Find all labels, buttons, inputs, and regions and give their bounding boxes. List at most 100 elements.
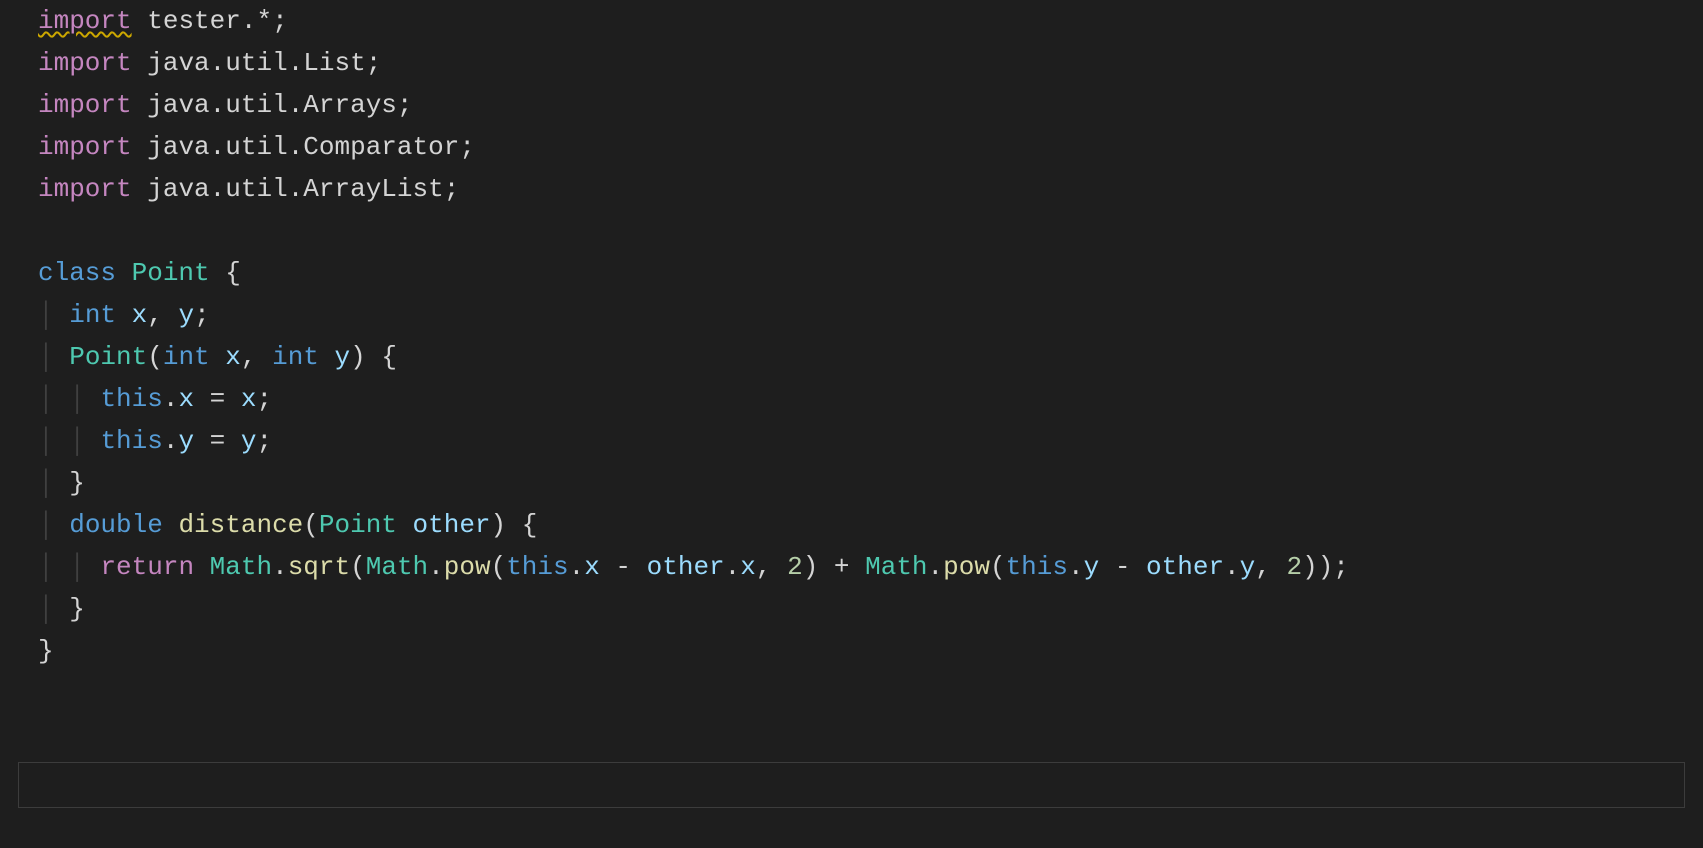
code-token: util: [225, 48, 287, 78]
code-token: Point: [319, 510, 397, 540]
code-token: .: [272, 552, 288, 582]
code-token: ;: [397, 90, 413, 120]
code-token: }: [69, 468, 85, 498]
code-line[interactable]: │ double distance(Point other) {: [38, 504, 1703, 546]
code-line[interactable]: import tester.*;: [38, 0, 1703, 42]
code-token: y: [1084, 552, 1100, 582]
code-token: (: [491, 552, 507, 582]
code-line[interactable]: │ │ return Math.sqrt(Math.pow(this.x - o…: [38, 546, 1703, 588]
code-token: other: [413, 510, 491, 540]
code-token: Point: [132, 258, 210, 288]
code-token: y: [178, 426, 194, 456]
code-token: }: [69, 594, 85, 624]
code-line[interactable]: import java.util.Arrays;: [38, 84, 1703, 126]
code-token: x: [225, 342, 241, 372]
code-token: .: [210, 48, 226, 78]
code-token: import: [38, 90, 132, 120]
code-token: ,: [147, 300, 178, 330]
code-token: List: [303, 48, 365, 78]
code-token: this: [1006, 552, 1068, 582]
code-token: [319, 342, 335, 372]
code-token: java: [147, 90, 209, 120]
code-area[interactable]: import tester.*;import java.util.List;im…: [0, 0, 1703, 672]
code-token: x: [178, 384, 194, 414]
code-token: [397, 510, 413, 540]
code-token: =: [194, 384, 241, 414]
code-line[interactable]: }: [38, 630, 1703, 672]
code-line[interactable]: │ Point(int x, int y) {: [38, 336, 1703, 378]
code-line[interactable]: │ int x, y;: [38, 294, 1703, 336]
code-token: .: [288, 132, 304, 162]
code-line[interactable]: [38, 210, 1703, 252]
code-token: ;: [257, 384, 273, 414]
code-token: .: [210, 174, 226, 204]
code-token: ) {: [491, 510, 538, 540]
code-token: ,: [756, 552, 787, 582]
code-token: util: [225, 174, 287, 204]
code-token: ;: [257, 426, 273, 456]
code-token: [132, 132, 148, 162]
code-token: [116, 258, 132, 288]
code-token: {: [210, 258, 241, 288]
code-token: Arrays: [303, 90, 397, 120]
code-line[interactable]: │ }: [38, 588, 1703, 630]
code-token: util: [225, 90, 287, 120]
code-token: .: [163, 426, 179, 456]
code-token: .: [288, 174, 304, 204]
code-token: class: [38, 258, 116, 288]
code-token: Point: [69, 342, 147, 372]
code-token: .: [428, 552, 444, 582]
code-token: import: [38, 174, 132, 204]
code-line[interactable]: │ }: [38, 462, 1703, 504]
code-token: [132, 48, 148, 78]
code-token: (: [147, 342, 163, 372]
code-token: (: [303, 510, 319, 540]
code-token: [132, 174, 148, 204]
code-editor[interactable]: import tester.*;import java.util.List;im…: [0, 0, 1703, 848]
code-token: Math: [366, 552, 428, 582]
code-token: .: [1068, 552, 1084, 582]
code-token: util: [225, 132, 287, 162]
code-token: 2: [1286, 552, 1302, 582]
code-line[interactable]: import java.util.ArrayList;: [38, 168, 1703, 210]
code-token: return: [100, 552, 194, 582]
code-token: y: [335, 342, 351, 372]
code-token: ArrayList: [303, 174, 443, 204]
code-token: [194, 552, 210, 582]
code-line[interactable]: │ │ this.y = y;: [38, 420, 1703, 462]
code-token: import: [38, 48, 132, 78]
code-token: -: [1099, 552, 1146, 582]
code-token: [163, 510, 179, 540]
code-token: java: [147, 174, 209, 204]
code-token: y: [1240, 552, 1256, 582]
code-token: pow: [943, 552, 990, 582]
code-token: other: [647, 552, 725, 582]
code-token: (: [990, 552, 1006, 582]
code-token: [210, 342, 226, 372]
code-line[interactable]: import java.util.List;: [38, 42, 1703, 84]
code-token: this: [506, 552, 568, 582]
code-token: ;: [444, 174, 460, 204]
code-line[interactable]: │ │ this.x = x;: [38, 378, 1703, 420]
code-token: .: [725, 552, 741, 582]
code-token: .: [163, 384, 179, 414]
code-token: .: [288, 90, 304, 120]
code-token: int: [272, 342, 319, 372]
code-token: ) +: [803, 552, 865, 582]
code-line[interactable]: import java.util.Comparator;: [38, 126, 1703, 168]
code-token: ;: [459, 132, 475, 162]
code-token: .: [1224, 552, 1240, 582]
code-token: [116, 300, 132, 330]
code-token: Math: [210, 552, 272, 582]
code-token: this: [100, 426, 162, 456]
code-token: sqrt: [288, 552, 350, 582]
code-line[interactable]: class Point {: [38, 252, 1703, 294]
code-token: .*;: [241, 6, 288, 36]
code-token: java: [147, 48, 209, 78]
code-token: Comparator: [303, 132, 459, 162]
code-token: x: [584, 552, 600, 582]
code-token: ) {: [350, 342, 397, 372]
code-token: y: [241, 426, 257, 456]
code-token: double: [69, 510, 163, 540]
code-token: .: [210, 132, 226, 162]
